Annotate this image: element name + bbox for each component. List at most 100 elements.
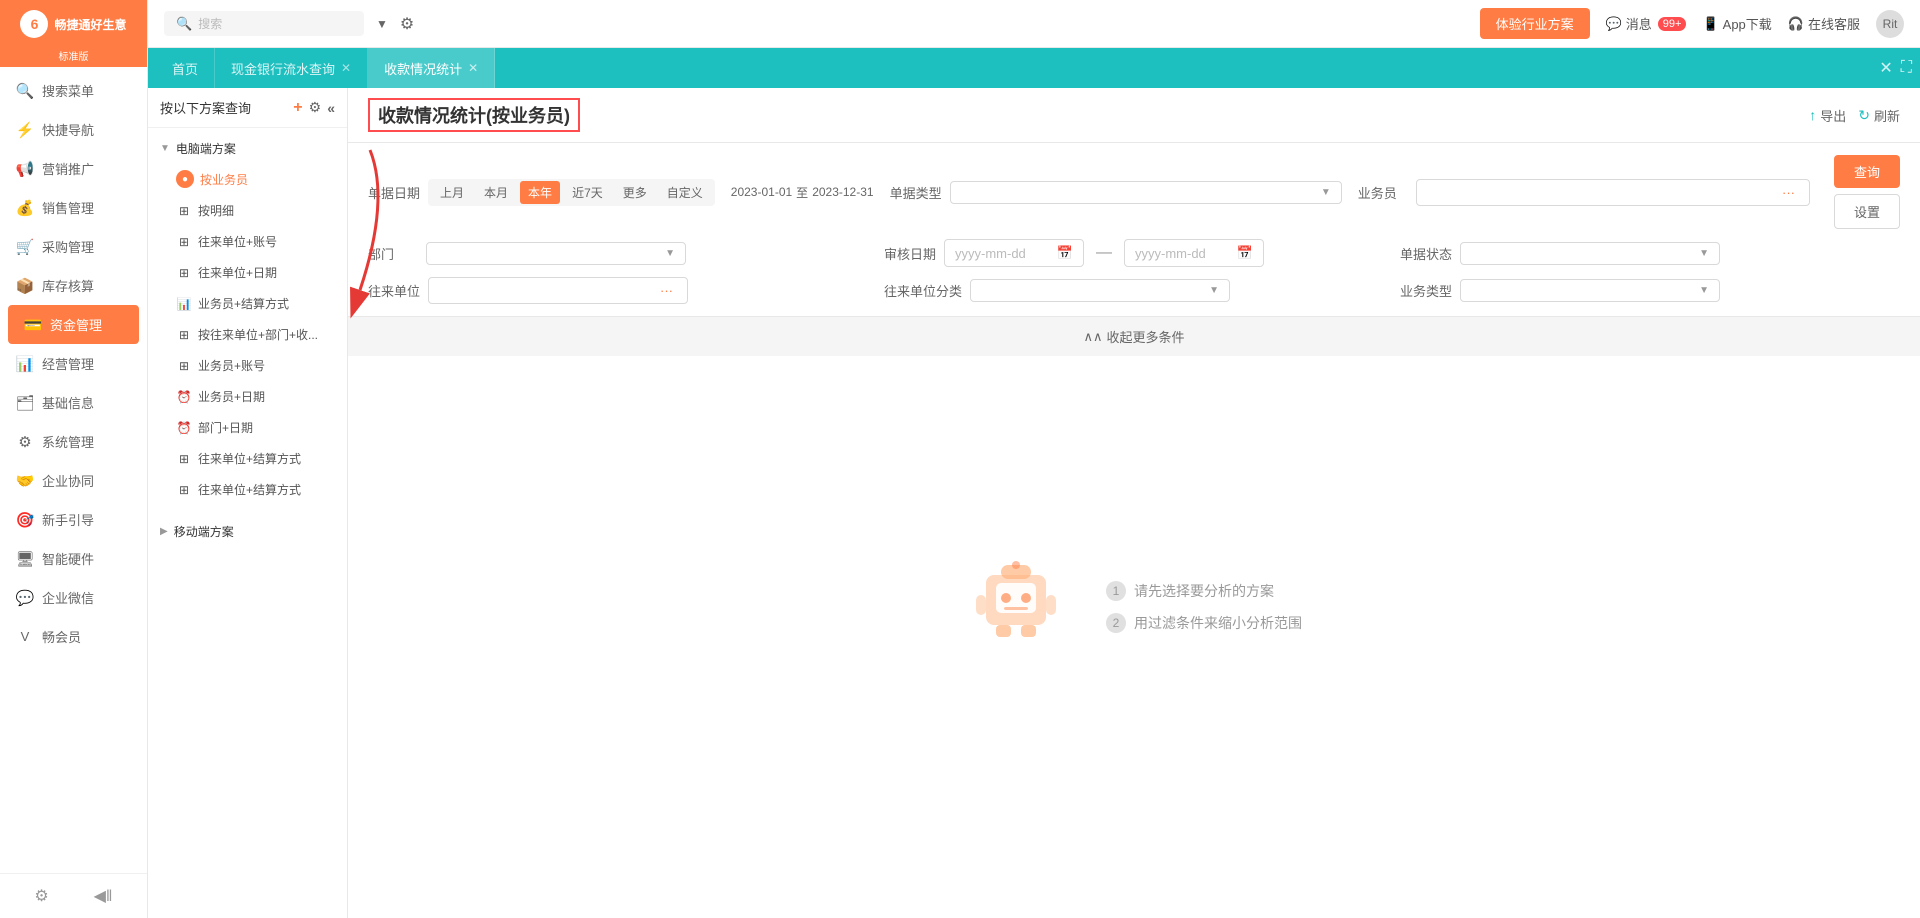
unitcategory-label: 往来单位分类 — [884, 281, 962, 300]
guide-icon: 🎯 — [16, 511, 34, 529]
sidebar-item-purchase[interactable]: 🛒 采购管理 — [0, 227, 147, 266]
unit-select[interactable]: ··· — [428, 277, 688, 304]
step-num-1: 1 — [1106, 581, 1126, 601]
date-tab-more[interactable]: 更多 — [615, 181, 655, 204]
scheme-section-mobile-title[interactable]: ▶ 移动端方案 — [148, 517, 347, 546]
scheme-item-detail[interactable]: ⊞ 按明细 — [148, 195, 347, 226]
scheme-item-salesperson-date[interactable]: ⏰ 业务员+日期 — [148, 381, 347, 412]
scheme-item-label: 部门+日期 — [198, 419, 253, 436]
tab-bank[interactable]: 现金银行流水查询 ✕ — [215, 48, 368, 88]
main-panel: 收款情况统计(按业务员) ↑ 导出 ↻ 刷新 — [348, 88, 1920, 918]
scheme-item-dept-date[interactable]: ⏰ 部门+日期 — [148, 412, 347, 443]
settings-button[interactable]: 设置 — [1834, 194, 1900, 229]
dept-select[interactable]: ▼ — [426, 242, 686, 265]
purchase-icon: 🛒 — [16, 238, 34, 256]
scheme-item-unit-settle2[interactable]: ⊞ 往来单位+结算方式 — [148, 474, 347, 505]
sidebar-item-label: 企业微信 — [42, 588, 94, 607]
page-header: 收款情况统计(按业务员) ↑ 导出 ↻ 刷新 — [348, 88, 1920, 143]
scheme-item-unit-date[interactable]: ⊞ 往来单位+日期 — [148, 257, 347, 288]
collapse-icon: ∧∧ — [1083, 329, 1102, 345]
sidebar-item-search[interactable]: 🔍 搜索菜单 — [0, 71, 147, 110]
date-tab-thisyear[interactable]: 本年 — [520, 181, 560, 204]
refresh-icon: ↻ — [1858, 107, 1870, 124]
messages-action[interactable]: 💬 消息 99+ — [1606, 14, 1687, 33]
sidebar-item-quicknav[interactable]: ⚡ 快捷导航 — [0, 110, 147, 149]
scheme-item-unit-account[interactable]: ⊞ 往来单位+账号 — [148, 226, 347, 257]
sidebar-item-system[interactable]: ⚙ 系统管理 — [0, 422, 147, 461]
section-expand-arrow: ▼ — [160, 143, 170, 154]
sidebar-item-basic[interactable]: 🗂 基础信息 — [0, 383, 147, 422]
scheme-add-icon[interactable]: + — [293, 99, 302, 117]
date-tab-group: 上月 本月 本年 近7天 更多 自定义 — [428, 179, 715, 206]
search-icon: 🔍 — [16, 82, 34, 100]
collapse-text: 收起更多条件 — [1107, 327, 1185, 346]
date-tab-7days[interactable]: 近7天 — [564, 181, 611, 204]
scheme-item-unit-settle1[interactable]: ⊞ 往来单位+结算方式 — [148, 443, 347, 474]
refresh-button[interactable]: ↻ 刷新 — [1858, 106, 1900, 125]
step-num-2: 2 — [1106, 613, 1126, 633]
sidebar-item-operations[interactable]: 📊 经营管理 — [0, 344, 147, 383]
tab-close-all-icon[interactable]: ✕ — [1879, 58, 1892, 78]
collapse-bar[interactable]: ∧∧ 收起更多条件 — [348, 317, 1920, 356]
scheme-header-icons: + ⚙ « — [293, 99, 335, 117]
tab-collection[interactable]: 收款情况统计 ✕ — [368, 48, 495, 88]
date-tab-thismonth[interactable]: 本月 — [476, 181, 516, 204]
app-edition: 标准版 — [0, 48, 147, 67]
sidebar-item-sales[interactable]: 💰 销售管理 — [0, 188, 147, 227]
sidebar-item-hardware[interactable]: 🖥 智能硬件 — [0, 539, 147, 578]
date-tab-custom[interactable]: 自定义 — [659, 181, 711, 204]
scheme-item-unit-dept[interactable]: ⊞ 按往来单位+部门+收... — [148, 319, 347, 350]
user-text: Rit — [1883, 17, 1898, 31]
dept-label: 部门 — [368, 244, 418, 263]
docstatus-select[interactable]: ▼ — [1460, 242, 1720, 265]
tab-fullscreen-icon[interactable]: ⛶ — [1901, 59, 1912, 77]
online-service-label: 在线客服 — [1808, 14, 1860, 33]
page-title: 收款情况统计(按业务员) — [368, 98, 580, 132]
scheme-item-label: 按往来单位+部门+收... — [198, 326, 318, 343]
sidebar-item-marketing[interactable]: 📢 营销推广 — [0, 149, 147, 188]
search-icon-topbar: 🔍 — [176, 16, 192, 32]
app-download-action[interactable]: 📱 App下载 — [1702, 14, 1771, 33]
query-button[interactable]: 查询 — [1834, 155, 1900, 188]
tab-collection-close[interactable]: ✕ — [468, 61, 478, 75]
sidebar-item-guide[interactable]: 🎯 新手引导 — [0, 500, 147, 539]
scheme-item-salesperson-settle[interactable]: 📊 业务员+结算方式 — [148, 288, 347, 319]
doctype-select[interactable]: ▼ — [950, 181, 1342, 204]
settings-bottom-icon[interactable]: ⚙ — [34, 886, 48, 906]
sidebar-item-finance[interactable]: 💳 资金管理 — [8, 305, 139, 344]
sidebar-item-inventory[interactable]: 📦 库存核算 — [0, 266, 147, 305]
export-button[interactable]: ↑ 导出 — [1809, 106, 1846, 125]
auditdate-start-input[interactable]: yyyy-mm-dd 📅 — [944, 239, 1084, 267]
unit-more-btn[interactable]: ··· — [656, 283, 677, 298]
scheme-item-label: 往来单位+账号 — [198, 233, 277, 250]
date-tab-lastmonth[interactable]: 上月 — [432, 181, 472, 204]
sidebar-item-label: 搜索菜单 — [42, 81, 94, 100]
unit-account-icon: ⊞ — [176, 234, 192, 250]
sidebar-item-label: 基础信息 — [42, 393, 94, 412]
collapse-sidebar-icon[interactable]: ◀‖ — [94, 886, 113, 906]
scheme-item-salesperson-account[interactable]: ⊞ 业务员+账号 — [148, 350, 347, 381]
topbar-dropdown-icon[interactable]: ▼ — [376, 17, 388, 31]
scheme-item-salesperson[interactable]: ● 按业务员 — [148, 163, 347, 195]
sidebar-item-vip[interactable]: V 畅会员 — [0, 617, 147, 656]
topbar-right: 体验行业方案 💬 消息 99+ 📱 App下载 🎧 在线客服 Rit — [1480, 8, 1904, 39]
tab-home[interactable]: 首页 — [156, 48, 215, 88]
scheme-settings-icon[interactable]: ⚙ — [309, 99, 322, 116]
auditdate-end-input[interactable]: yyyy-mm-dd 📅 — [1124, 239, 1264, 267]
unitcategory-select[interactable]: ▼ — [970, 279, 1230, 302]
user-avatar[interactable]: Rit — [1876, 10, 1904, 38]
sidebar-item-enterprise[interactable]: 🤝 企业协同 — [0, 461, 147, 500]
topbar-search-box[interactable]: 🔍 搜索 — [164, 11, 364, 36]
tab-bank-close[interactable]: ✕ — [341, 61, 351, 75]
salesperson-select[interactable]: ··· — [1416, 179, 1810, 206]
scheme-section-desktop-title[interactable]: ▼ 电脑端方案 — [148, 134, 347, 163]
topbar-settings-icon[interactable]: ⚙ — [400, 14, 414, 34]
online-service-action[interactable]: 🎧 在线客服 — [1788, 14, 1860, 33]
salesperson-more-btn[interactable]: ··· — [1778, 185, 1799, 200]
scheme-collapse-icon[interactable]: « — [327, 100, 335, 116]
trial-button[interactable]: 体验行业方案 — [1480, 8, 1590, 39]
sidebar-item-wechat[interactable]: 💬 企业微信 — [0, 578, 147, 617]
topbar-left: 🔍 搜索 ▼ ⚙ — [164, 11, 414, 36]
date-label: 单据日期 — [368, 183, 420, 202]
biztype-select[interactable]: ▼ — [1460, 279, 1720, 302]
